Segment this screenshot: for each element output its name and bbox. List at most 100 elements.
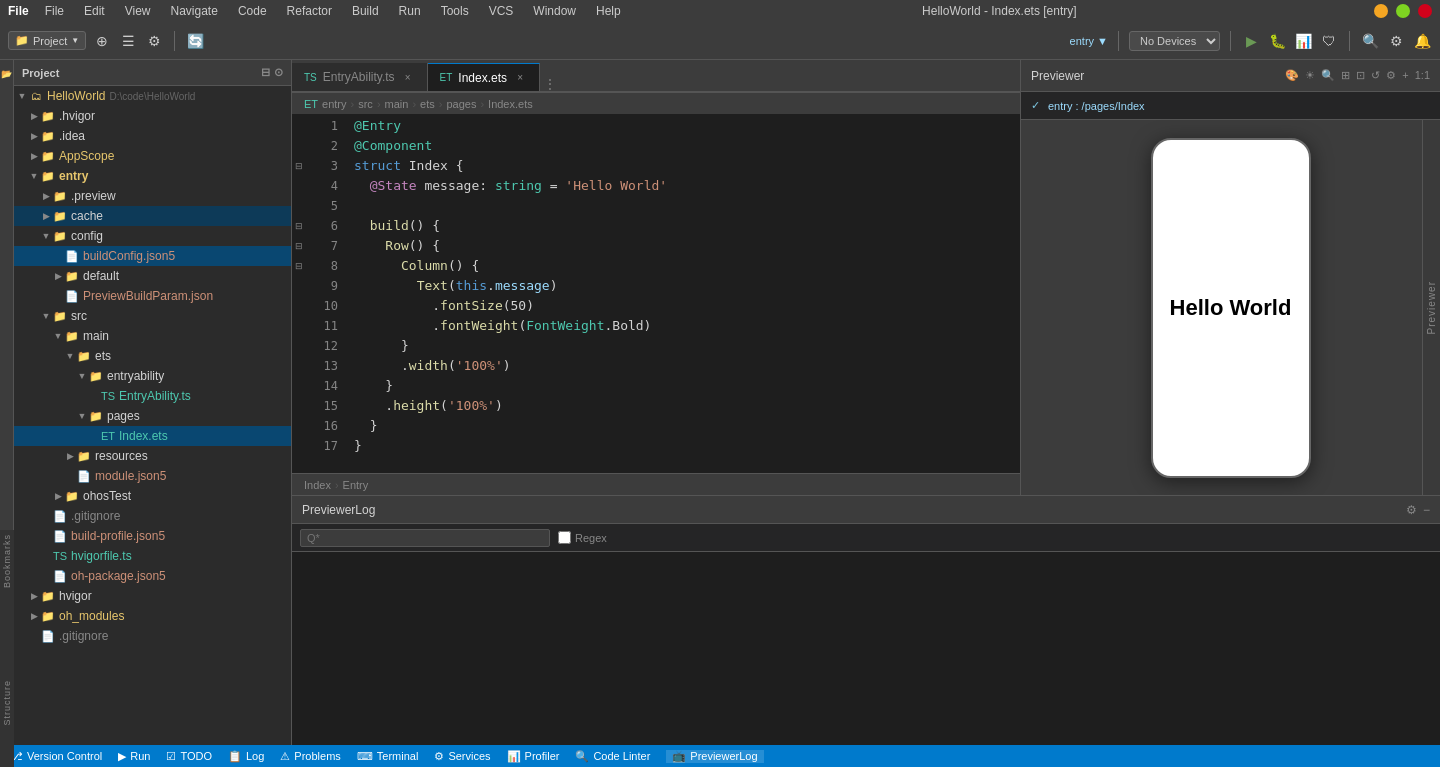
menu-run[interactable]: Run	[395, 2, 425, 20]
tree-item-buildconfig[interactable]: ▶ 📄 buildConfig.json5	[14, 246, 291, 266]
entry-selector[interactable]: entry ▼	[1070, 35, 1108, 47]
settings-icon[interactable]: ⚙	[1386, 69, 1396, 82]
menu-build[interactable]: Build	[348, 2, 383, 20]
debug-icon[interactable]: 🐛	[1267, 31, 1287, 51]
layout-icon[interactable]: ⊞	[1341, 69, 1350, 82]
tree-item-previewbuildparam[interactable]: ▶ 📄 PreviewBuildParam.json	[14, 286, 291, 306]
tree-item-modulejson5[interactable]: ▶ 📄 module.json5	[14, 466, 291, 486]
locate-icon[interactable]: ⊙	[274, 66, 283, 79]
device-selector[interactable]: No Devices	[1129, 31, 1220, 51]
fold-icon[interactable]: ⊟	[292, 156, 306, 176]
regex-checkbox-label[interactable]: Regex	[558, 531, 607, 544]
settings-icon[interactable]: ⚙	[144, 31, 164, 51]
tree-item-pages[interactable]: ▼ 📁 pages	[14, 406, 291, 426]
tree-item-entry[interactable]: ▼ 📁 entry	[14, 166, 291, 186]
gear-icon[interactable]: ⚙	[1386, 31, 1406, 51]
inspector-icon[interactable]: 🔍	[1321, 69, 1335, 82]
fold-icon[interactable]: ⊟	[292, 256, 306, 276]
search-icon[interactable]: 🔍	[1360, 31, 1380, 51]
profiler-status[interactable]: 📊 Profiler	[507, 750, 560, 763]
close-panel-icon[interactable]: −	[1423, 503, 1430, 517]
todo-status[interactable]: ☑ TODO	[166, 750, 212, 763]
tree-item-preview[interactable]: ▶ 📁 .preview	[14, 186, 291, 206]
tree-item-gitignore-root[interactable]: ▶ 📄 .gitignore	[14, 626, 291, 646]
tab-close-icon[interactable]: ×	[401, 70, 415, 84]
run-status[interactable]: ▶ Run	[118, 750, 150, 763]
log-status[interactable]: 📋 Log	[228, 750, 264, 763]
terminal-status[interactable]: ⌨ Terminal	[357, 750, 419, 763]
add-config-icon[interactable]: ⊕	[92, 31, 112, 51]
collapse-all-icon[interactable]: ⊟	[261, 66, 270, 79]
menu-tools[interactable]: Tools	[437, 2, 473, 20]
minimize-button[interactable]	[1374, 4, 1388, 18]
previewer-side-tab[interactable]: Previewer	[1422, 120, 1440, 495]
tree-item-oh-modules[interactable]: ▶ 📁 oh_modules	[14, 606, 291, 626]
code-linter-status[interactable]: 🔍 Code Linter	[575, 750, 650, 763]
file-tree-content[interactable]: ▼ 🗂 HelloWorld D:\code\HelloWorld ▶ 📁 .h…	[14, 86, 291, 745]
menu-window[interactable]: Window	[529, 2, 580, 20]
maximize-button[interactable]	[1396, 4, 1410, 18]
breadcrumb-icon: ET	[304, 98, 318, 110]
notification-icon[interactable]: 🔔	[1412, 31, 1432, 51]
profile-icon[interactable]: 📊	[1293, 31, 1313, 51]
tree-item-cache[interactable]: ▶ 📁 cache	[14, 206, 291, 226]
tree-item-buildprofile[interactable]: ▶ 📄 build-profile.json5	[14, 526, 291, 546]
zoom-fit-icon[interactable]: ⊡	[1356, 69, 1365, 82]
folder-icon: 📁	[40, 588, 56, 604]
menu-edit[interactable]: Edit	[80, 2, 109, 20]
close-button[interactable]	[1418, 4, 1432, 18]
code-content[interactable]: @Entry @Component struct Index { @State …	[346, 114, 1020, 473]
tree-item-hvigorfile[interactable]: ▶ TS hvigorfile.ts	[14, 546, 291, 566]
menu-file[interactable]: File	[41, 2, 68, 20]
tree-item-helloworld[interactable]: ▼ 🗂 HelloWorld D:\code\HelloWorld	[14, 86, 291, 106]
tree-item-hvigor-hidden[interactable]: ▶ 📁 .hvigor	[14, 106, 291, 126]
services-status[interactable]: ⚙ Services	[434, 750, 490, 763]
tree-item-src[interactable]: ▼ 📁 src	[14, 306, 291, 326]
list-icon[interactable]: ☰	[118, 31, 138, 51]
tree-label: .hvigor	[59, 109, 95, 123]
previewer-log-status[interactable]: 📺 PreviewerLog	[666, 750, 763, 763]
search-input[interactable]	[300, 529, 550, 547]
settings-icon[interactable]: ⚙	[1406, 503, 1417, 517]
zoom-in-icon[interactable]: +	[1402, 69, 1408, 82]
tab-entryability[interactable]: TS EntryAbility.ts ×	[292, 63, 428, 91]
more-tabs-icon[interactable]: ⋮	[540, 77, 560, 91]
color-swatch-icon[interactable]: 🎨	[1285, 69, 1299, 82]
problems-status[interactable]: ⚠ Problems	[280, 750, 340, 763]
build-sync-icon[interactable]: 🔄	[185, 31, 205, 51]
rotate-icon[interactable]: ↺	[1371, 69, 1380, 82]
tab-index[interactable]: ET Index.ets ×	[428, 63, 540, 91]
tree-item-entryability[interactable]: ▼ 📁 entryability	[14, 366, 291, 386]
tree-item-gitignore-entry[interactable]: ▶ 📄 .gitignore	[14, 506, 291, 526]
tree-item-default[interactable]: ▶ 📁 default	[14, 266, 291, 286]
light-dark-icon[interactable]: ☀	[1305, 69, 1315, 82]
tree-item-ohostest[interactable]: ▶ 📁 ohosTest	[14, 486, 291, 506]
tree-item-hvigor-root[interactable]: ▶ 📁 hvigor	[14, 586, 291, 606]
fold-icon[interactable]: ⊟	[292, 236, 306, 256]
tree-item-entryabilityts[interactable]: ▶ TS EntryAbility.ts	[14, 386, 291, 406]
fold-icon[interactable]: ⊟	[292, 216, 306, 236]
tab-close-icon[interactable]: ×	[513, 71, 527, 85]
tree-item-ets[interactable]: ▼ 📁 ets	[14, 346, 291, 366]
tree-item-indexets[interactable]: ▶ ET Index.ets	[14, 426, 291, 446]
tree-item-ohpackage[interactable]: ▶ 📄 oh-package.json5	[14, 566, 291, 586]
regex-checkbox[interactable]	[558, 531, 571, 544]
tree-item-config[interactable]: ▼ 📁 config	[14, 226, 291, 246]
menu-refactor[interactable]: Refactor	[283, 2, 336, 20]
code-editor[interactable]: ⊟ ⊟ ⊟ ⊟ 1 2 3 4 5 6 7	[292, 114, 1020, 473]
run-icon[interactable]: ▶	[1241, 31, 1261, 51]
menu-view[interactable]: View	[121, 2, 155, 20]
project-selector[interactable]: 📁 Project ▼	[8, 31, 86, 50]
coverage-icon[interactable]: 🛡	[1319, 31, 1339, 51]
tree-item-resources[interactable]: ▶ 📁 resources	[14, 446, 291, 466]
tree-item-idea[interactable]: ▶ 📁 .idea	[14, 126, 291, 146]
menu-vcs[interactable]: VCS	[485, 2, 518, 20]
tree-item-main[interactable]: ▼ 📁 main	[14, 326, 291, 346]
menu-navigate[interactable]: Navigate	[167, 2, 222, 20]
tree-item-appscope[interactable]: ▶ 📁 AppScope	[14, 146, 291, 166]
menu-code[interactable]: Code	[234, 2, 271, 20]
regex-label: Regex	[575, 532, 607, 544]
menu-help[interactable]: Help	[592, 2, 625, 20]
version-control-status[interactable]: ⎇ Version Control	[10, 750, 102, 763]
bottom-panel-title: PreviewerLog	[302, 503, 375, 517]
